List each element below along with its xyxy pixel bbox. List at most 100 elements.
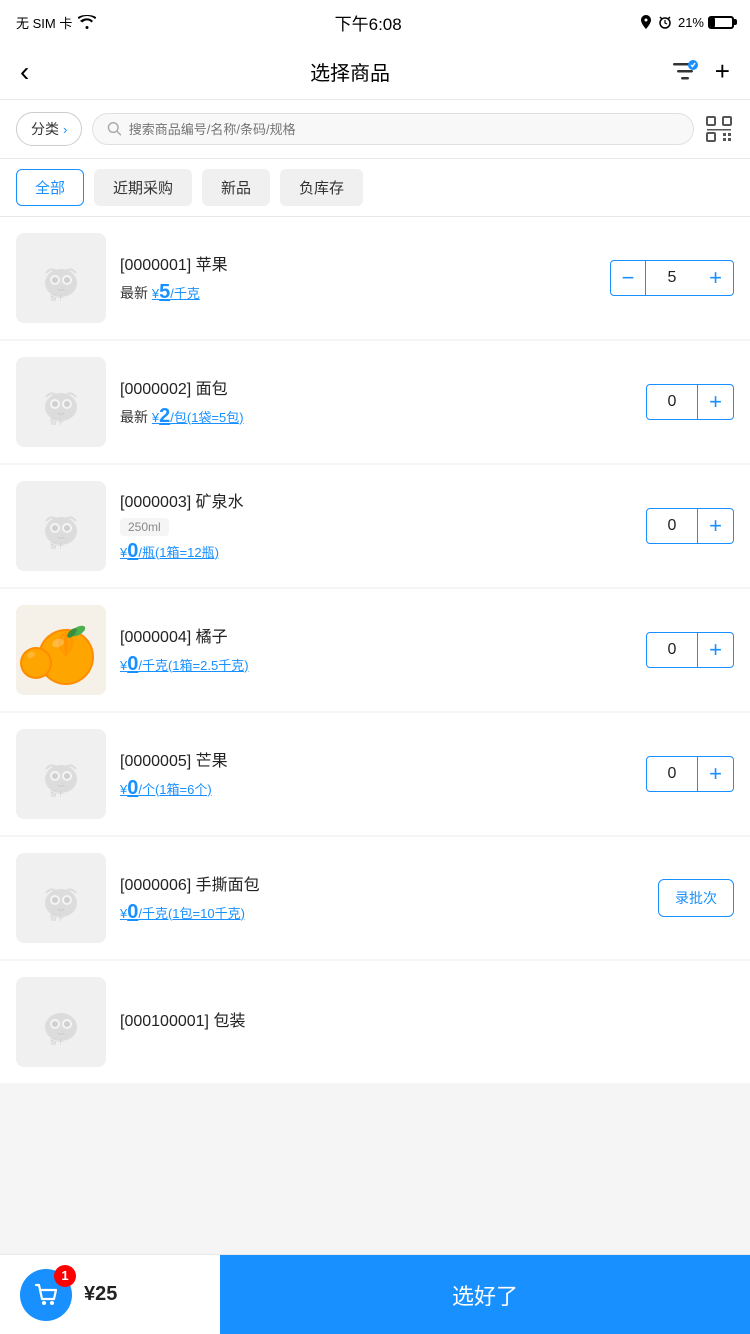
status-time: 下午6:08 <box>335 10 402 35</box>
product-name: [0000002] 面包 <box>120 375 632 399</box>
owl-logo-icon: 智十 <box>36 873 86 923</box>
category-arrow: › <box>63 122 67 137</box>
owl-logo-icon: 智十 <box>36 377 86 427</box>
search-icon <box>107 121 122 137</box>
qty-plus-button[interactable]: + <box>698 756 734 792</box>
list-item: 智十 [000100001] 包装 <box>0 961 750 1083</box>
owl-logo-icon: 智十 <box>36 501 86 551</box>
svg-text:智十: 智十 <box>50 1037 64 1046</box>
orange-fruit-icon <box>16 605 106 695</box>
product-name: [0000004] 橘子 <box>120 623 632 647</box>
list-item: 智十 [0000005] 芒果 ¥0/个(1箱=6个) + <box>0 713 750 835</box>
svg-text:智十: 智十 <box>50 417 64 426</box>
qty-input[interactable] <box>646 508 698 544</box>
product-image: 智十 <box>16 977 106 1067</box>
owl-logo-icon: 智十 <box>36 997 86 1047</box>
product-name: [0000005] 芒果 <box>120 747 632 771</box>
svg-text:智十: 智十 <box>50 913 64 922</box>
category-label: 分类 <box>31 119 59 139</box>
tab-bar: 全部 近期采购 新品 负库存 <box>0 159 750 217</box>
qty-control: + <box>646 384 734 420</box>
qty-input[interactable] <box>646 260 698 296</box>
product-price: ¥0/瓶(1箱=12瓶) <box>120 540 632 563</box>
svg-text:智十: 智十 <box>50 293 64 302</box>
qty-minus-button[interactable]: − <box>610 260 646 296</box>
product-image-orange <box>16 605 106 695</box>
product-info: [0000006] 手撕面包 ¥0/千克(1包=10千克) <box>120 871 644 926</box>
filter-bar: 分类 › <box>0 100 750 159</box>
add-button[interactable]: + <box>715 56 730 87</box>
product-info: [0000002] 面包 最新 ¥2/包(1袋=5包) <box>120 375 632 430</box>
product-info: [000100001] 包装 <box>120 1007 734 1037</box>
product-info: [0000003] 矿泉水 250ml ¥0/瓶(1箱=12瓶) <box>120 488 632 565</box>
qty-control: − + <box>610 260 734 296</box>
qty-plus-button[interactable]: + <box>698 508 734 544</box>
qty-input[interactable] <box>646 756 698 792</box>
owl-logo-icon: 智十 <box>36 253 86 303</box>
tab-recent[interactable]: 近期采购 <box>94 169 192 206</box>
list-item: 智十 [0000006] 手撕面包 ¥0/千克(1包=10千克) 录批次 <box>0 837 750 959</box>
product-name: [0000001] 苹果 <box>120 251 596 275</box>
cart-button[interactable]: 1 <box>20 1269 72 1321</box>
tab-all[interactable]: 全部 <box>16 169 84 206</box>
product-image: 智十 <box>16 481 106 571</box>
status-bar: 无 SIM 卡 下午6:08 21% <box>0 0 750 44</box>
location-icon <box>640 15 652 29</box>
qty-control: + <box>646 632 734 668</box>
search-input[interactable] <box>129 122 679 137</box>
qty-control: + <box>646 756 734 792</box>
battery-icon <box>708 16 734 29</box>
filter-icon[interactable] <box>671 59 699 85</box>
qty-plus-button[interactable]: + <box>698 632 734 668</box>
status-left: 无 SIM 卡 <box>16 13 96 32</box>
product-info: [0000001] 苹果 最新 ¥5/千克 <box>120 251 596 306</box>
battery-text: 21% <box>678 15 704 30</box>
owl-logo-icon: 智十 <box>36 749 86 799</box>
product-info: [0000004] 橘子 ¥0/千克(1箱=2.5千克) <box>120 623 632 678</box>
product-price: ¥0/千克(1箱=2.5千克) <box>120 653 632 676</box>
svg-text:智十: 智十 <box>50 541 64 550</box>
product-info: [0000005] 芒果 ¥0/个(1箱=6个) <box>120 747 632 802</box>
qty-plus-button[interactable]: + <box>698 384 734 420</box>
carrier-text: 无 SIM 卡 <box>16 13 72 32</box>
qty-plus-button[interactable]: + <box>698 260 734 296</box>
product-spec: 250ml <box>120 518 169 536</box>
nav-right: + <box>671 56 730 87</box>
product-price: ¥0/个(1箱=6个) <box>120 777 632 800</box>
tab-negative[interactable]: 负库存 <box>280 169 363 206</box>
product-name: [000100001] 包装 <box>120 1007 734 1031</box>
alarm-icon <box>658 15 672 29</box>
qty-input[interactable] <box>646 384 698 420</box>
status-right: 21% <box>640 15 734 30</box>
cart-badge: 1 <box>54 1265 76 1287</box>
product-price: ¥0/千克(1包=10千克) <box>120 901 644 924</box>
list-item: [0000004] 橘子 ¥0/千克(1箱=2.5千克) + <box>0 589 750 711</box>
cart-section: 1 ¥25 <box>0 1269 220 1321</box>
cart-icon <box>32 1281 60 1309</box>
page-title: 选择商品 <box>310 57 390 86</box>
batch-button[interactable]: 录批次 <box>658 879 734 917</box>
list-item: 智十 [0000001] 苹果 最新 ¥5/千克 − + <box>0 217 750 339</box>
product-price: 最新 ¥5/千克 <box>120 281 596 304</box>
nav-left: ‹ <box>20 56 29 88</box>
nav-bar: ‹ 选择商品 + <box>0 44 750 100</box>
confirm-button[interactable]: 选好了 <box>220 1255 750 1334</box>
list-item: 智十 [0000003] 矿泉水 250ml ¥0/瓶(1箱=12瓶) + <box>0 465 750 587</box>
product-image: 智十 <box>16 357 106 447</box>
product-name: [0000006] 手撕面包 <box>120 871 644 895</box>
product-image: 智十 <box>16 853 106 943</box>
scan-icon[interactable] <box>704 114 734 144</box>
tab-new[interactable]: 新品 <box>202 169 270 206</box>
cart-total: ¥25 <box>84 1283 117 1306</box>
category-button[interactable]: 分类 › <box>16 112 82 146</box>
svg-text:智十: 智十 <box>50 789 64 798</box>
wifi-icon <box>78 15 96 29</box>
back-button[interactable]: ‹ <box>20 56 29 88</box>
product-price: 最新 ¥2/包(1袋=5包) <box>120 405 632 428</box>
list-item: 智十 [0000002] 面包 最新 ¥2/包(1袋=5包) + <box>0 341 750 463</box>
bottom-bar: 1 ¥25 选好了 <box>0 1254 750 1334</box>
product-image: 智十 <box>16 233 106 323</box>
product-name: [0000003] 矿泉水 <box>120 488 632 512</box>
product-list: 智十 [0000001] 苹果 最新 ¥5/千克 − + <box>0 217 750 1083</box>
qty-input[interactable] <box>646 632 698 668</box>
